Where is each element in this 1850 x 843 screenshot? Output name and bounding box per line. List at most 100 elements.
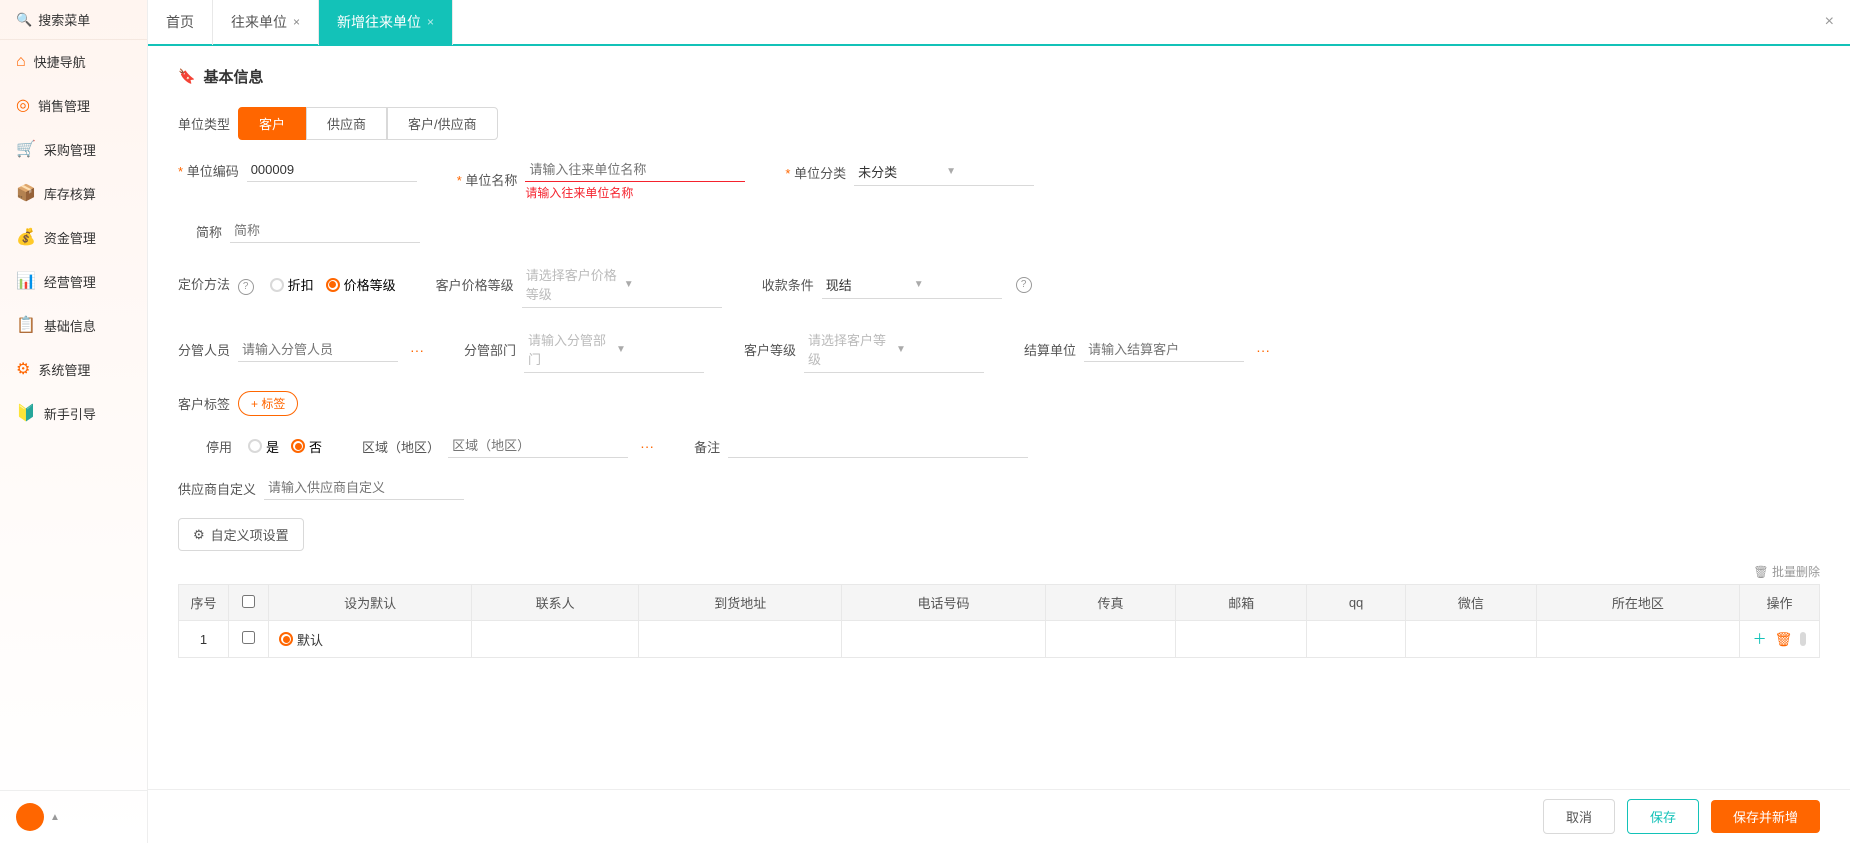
section-icon: 🔖 [178, 68, 195, 85]
inventory-icon: 📦 [16, 183, 36, 203]
disabled-label: 停用 [206, 437, 232, 456]
window-close-btn[interactable]: × [1809, 13, 1850, 31]
drag-handle[interactable] [1800, 632, 1806, 646]
short-name-input[interactable] [230, 219, 420, 243]
unit-name-error: 请输入往来单位名称 [525, 184, 745, 201]
delete-row-btn[interactable]: 🗑 [1775, 631, 1793, 648]
payment-terms-value: 现结 [826, 275, 910, 294]
manager-row: 分管人员 ··· 分管部门 请输入分管部门 ▼ 客户等级 请选择客户等级 ▼ 结… [178, 326, 1820, 373]
sidebar-item-sales[interactable]: ◎ 销售管理 [0, 83, 147, 127]
pricing-price-level[interactable]: 价格等级 [326, 275, 396, 294]
unit-code-input[interactable] [247, 158, 417, 182]
short-name-label: 简称 [196, 222, 222, 241]
tab-home[interactable]: 首页 [148, 0, 213, 45]
sidebar-item-inventory[interactable]: 📦 库存核算 [0, 171, 147, 215]
manager-field: 分管人员 ··· [178, 338, 424, 362]
sidebar-item-operation[interactable]: 📊 经营管理 [0, 259, 147, 303]
unit-type-both[interactable]: 客户/供应商 [387, 107, 498, 140]
payment-help-icon[interactable]: ? [1016, 277, 1032, 293]
cell-fax [1045, 621, 1176, 658]
custom-settings-label: 自定义项设置 [211, 525, 289, 544]
cell-contact [472, 621, 639, 658]
save-button[interactable]: 保存 [1627, 799, 1699, 834]
settlement-more-btn[interactable]: ··· [1256, 342, 1270, 358]
manager-more-btn[interactable]: ··· [410, 342, 424, 358]
sidebar-item-basic[interactable]: 📋 基础信息 [0, 303, 147, 347]
system-icon: ⚙ [16, 359, 30, 379]
manager-input[interactable] [238, 338, 398, 362]
remark-input[interactable] [728, 434, 1028, 458]
row-default-radio[interactable]: 默认 [279, 630, 461, 649]
pricing-help-icon[interactable]: ? [238, 279, 254, 295]
settlement-unit-label: 结算单位 [1024, 340, 1076, 359]
sidebar-item-purchase[interactable]: 🛒 采购管理 [0, 127, 147, 171]
tab-new-partner[interactable]: 新增往来单位 × [319, 0, 453, 45]
tab-partner[interactable]: 往来单位 × [213, 0, 319, 45]
tab-partner-label: 往来单位 [231, 12, 287, 32]
supplier-custom-row: 供应商自定义 [178, 476, 1820, 500]
region-input[interactable] [448, 434, 628, 458]
tab-partner-close[interactable]: × [293, 15, 300, 29]
price-level-select[interactable]: 请选择客户价格等级 ▼ [522, 261, 722, 308]
short-name-row: 简称 [178, 219, 1820, 243]
unit-type-supplier[interactable]: 供应商 [306, 107, 387, 140]
sidebar-item-guide[interactable]: 🔰 新手引导 [0, 391, 147, 435]
pricing-row: 定价方法 ? 折扣 价格等级 客户价格等级 请选择客户价 [178, 261, 1820, 308]
purchase-icon: 🛒 [16, 139, 36, 159]
form-content: 🔖 基本信息 单位类型 客户 供应商 客户/供应商 * 单位编码 * 单位名称 [148, 46, 1850, 789]
unit-category-field: * 单位分类 未分类 ▼ [785, 158, 1034, 186]
unit-type-customer[interactable]: 客户 [238, 107, 306, 140]
disabled-yes[interactable]: 是 [248, 437, 279, 456]
price-level-label2: 客户价格等级 [436, 275, 514, 294]
sidebar-search-label: 搜索菜单 [38, 10, 90, 29]
region-more-btn[interactable]: ··· [640, 438, 654, 454]
department-select[interactable]: 请输入分管部门 ▼ [524, 326, 704, 373]
price-level-field: 客户价格等级 请选择客户价格等级 ▼ [436, 261, 722, 308]
payment-terms-select[interactable]: 现结 ▼ [822, 271, 1002, 299]
unit-category-select[interactable]: 未分类 ▼ [854, 158, 1034, 186]
pricing-discount[interactable]: 折扣 [270, 275, 314, 294]
settlement-unit-input[interactable] [1084, 338, 1244, 362]
sidebar-search[interactable]: 🔍 搜索菜单 [0, 0, 147, 40]
manager-label: 分管人员 [178, 340, 230, 359]
unit-name-field: * 单位名称 请输入往来单位名称 [457, 158, 746, 201]
chevron-down-icon-2: ▼ [624, 279, 718, 290]
code-name-category-row: * 单位编码 * 单位名称 请输入往来单位名称 * 单位分类 未分类 ▼ [178, 158, 1820, 201]
remark-label: 备注 [694, 437, 720, 456]
contacts-table: 序号 设为默认 联系人 到货地址 电话号码 传真 邮箱 qq 微信 所在地区 [178, 584, 1820, 658]
supplier-custom-input[interactable] [264, 476, 464, 500]
customer-tag-row: 客户标签 + 标签 [178, 391, 1820, 416]
sidebar-item-label: 库存核算 [44, 184, 96, 203]
unit-type-group: 客户 供应商 客户/供应商 [238, 107, 498, 140]
cancel-button[interactable]: 取消 [1543, 799, 1615, 834]
select-all-checkbox[interactable] [242, 595, 255, 608]
price-level-label: 价格等级 [344, 275, 396, 294]
sidebar-item-quick-nav[interactable]: ⌂ 快捷导航 [0, 40, 147, 83]
row-checkbox[interactable] [242, 631, 255, 644]
section-header: 🔖 基本信息 [178, 66, 1820, 87]
add-tag-btn[interactable]: + 标签 [238, 391, 298, 416]
custom-settings-btn[interactable]: ⚙ 自定义项设置 [178, 518, 304, 551]
col-fax: 传真 [1045, 585, 1176, 621]
sidebar-item-finance[interactable]: 💰 资金管理 [0, 215, 147, 259]
sidebar-item-system[interactable]: ⚙ 系统管理 [0, 347, 147, 391]
customer-level-select[interactable]: 请选择客户等级 ▼ [804, 326, 984, 373]
add-row-btn[interactable]: ＋ [1753, 629, 1767, 649]
customer-tag-label: 客户标签 [178, 394, 230, 413]
sidebar-item-label: 采购管理 [44, 140, 96, 159]
settlement-unit-field: 结算单位 ··· [1024, 338, 1270, 362]
batch-delete-btn[interactable]: 🗑 批量删除 [178, 563, 1820, 580]
settings-gear-icon: ⚙ [193, 527, 205, 543]
disabled-field: 停用 是 否 [178, 437, 322, 456]
discount-radio [270, 278, 284, 292]
sidebar-item-label: 快捷导航 [34, 52, 86, 71]
col-region: 所在地区 [1536, 585, 1739, 621]
disabled-no[interactable]: 否 [291, 437, 322, 456]
sales-icon: ◎ [16, 95, 30, 115]
tab-new-partner-close[interactable]: × [427, 15, 434, 29]
cell-location [1536, 621, 1739, 658]
unit-name-input[interactable] [525, 158, 745, 182]
yes-radio [248, 439, 262, 453]
save-new-button[interactable]: 保存并新增 [1711, 800, 1820, 833]
table-section: ⚙ 自定义项设置 🗑 批量删除 序号 设为默认 联系人 到货地址 [178, 518, 1820, 658]
